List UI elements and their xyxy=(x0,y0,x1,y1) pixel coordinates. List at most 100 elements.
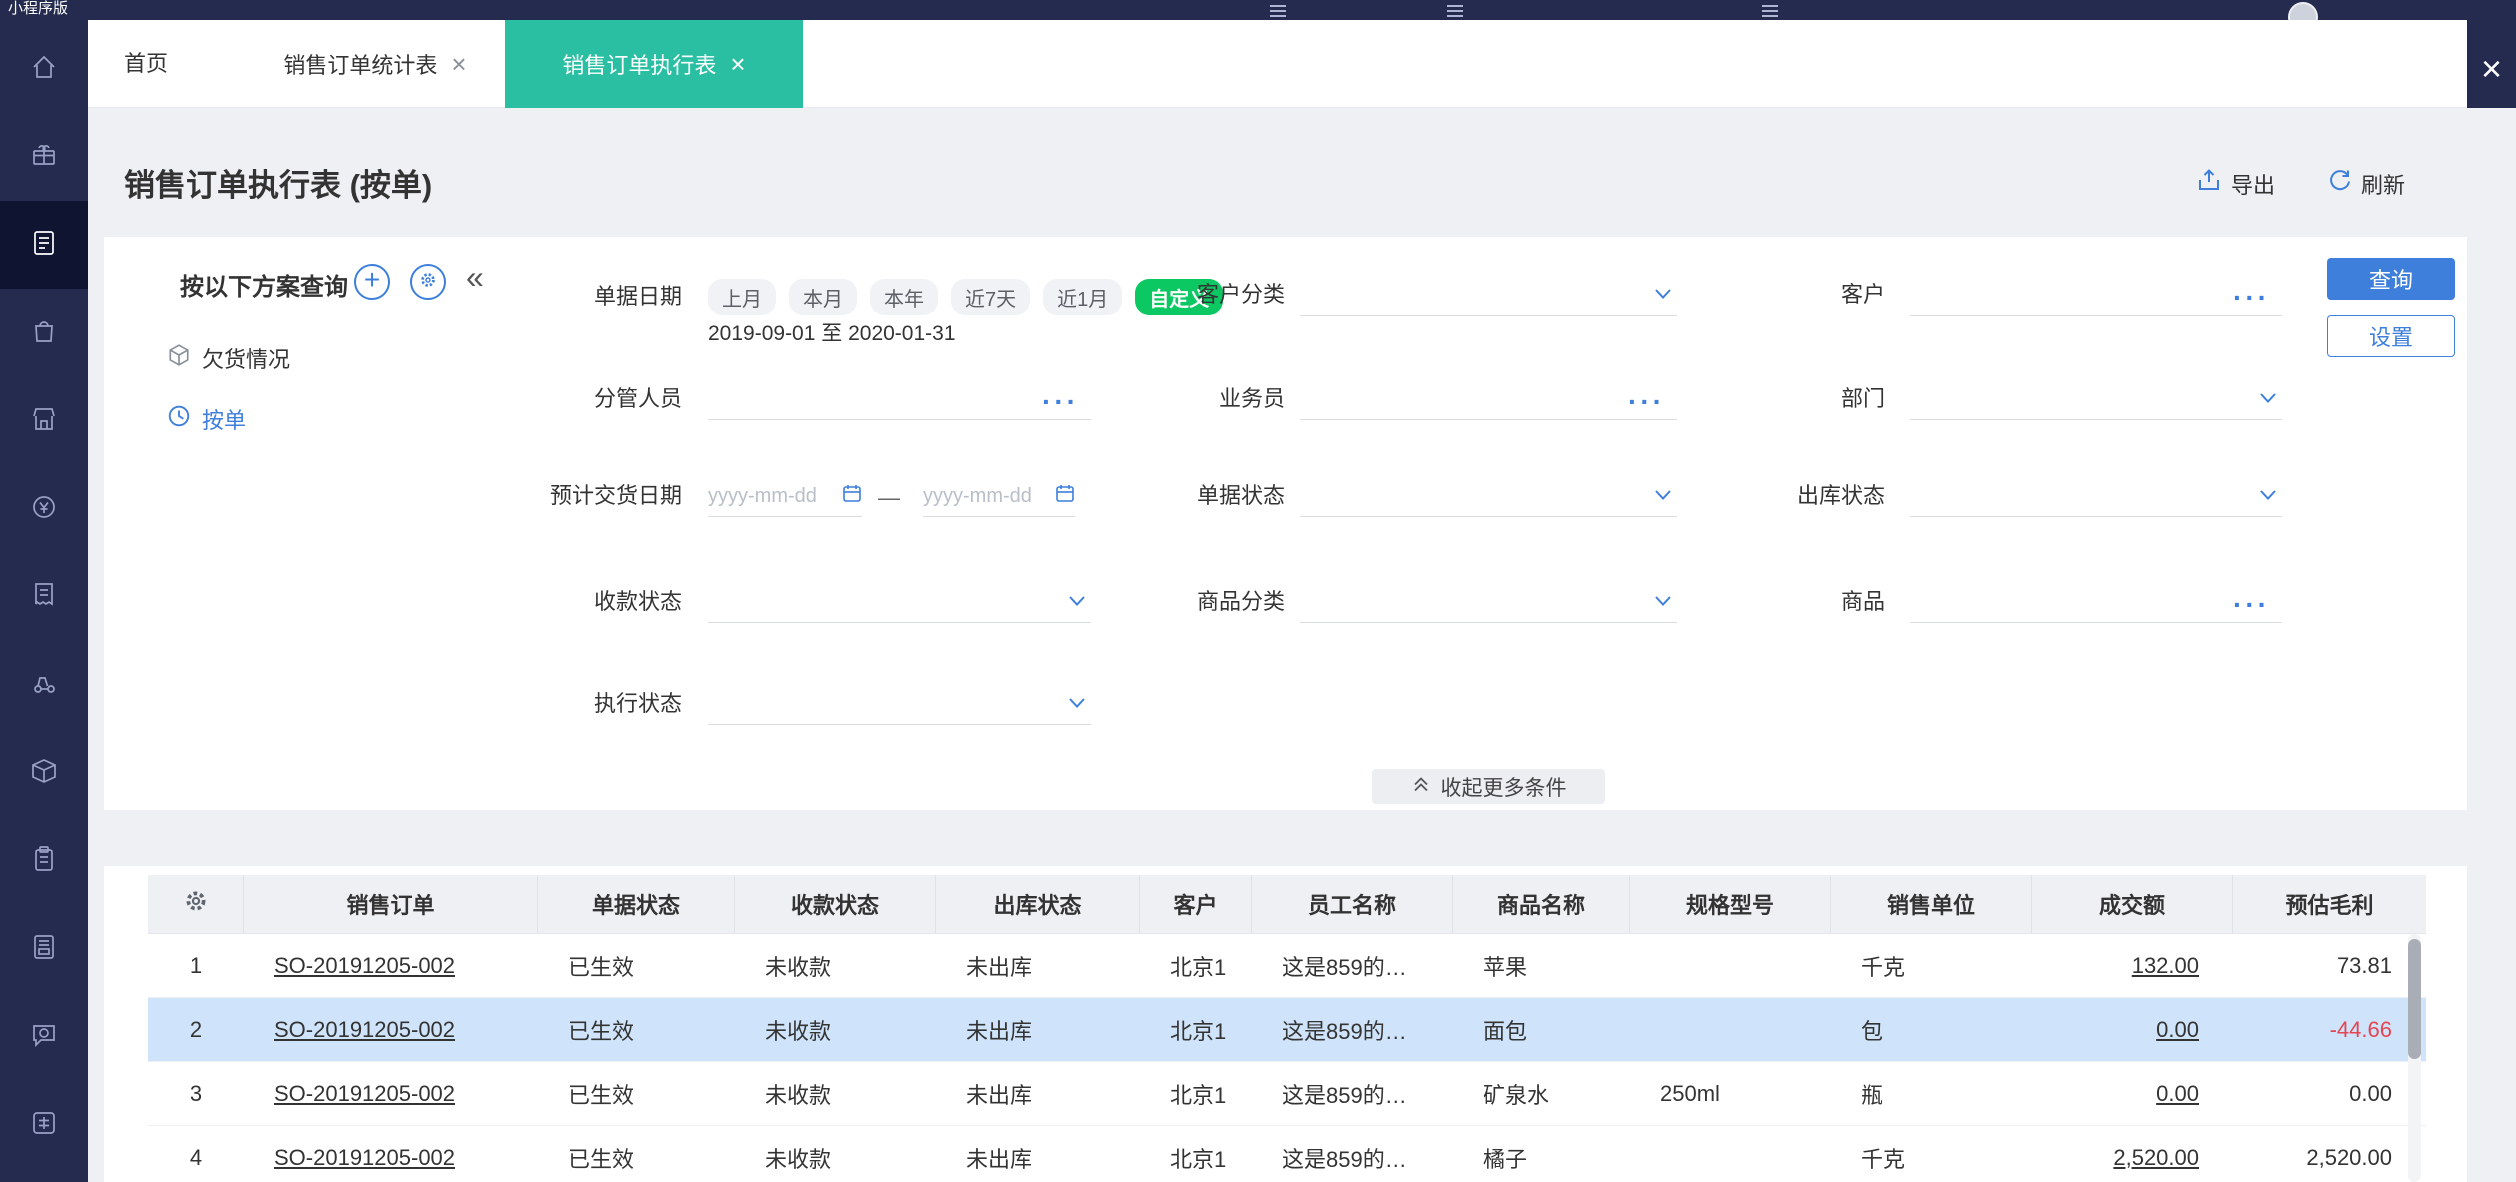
store-icon xyxy=(29,404,59,439)
menu-icon[interactable] xyxy=(1445,3,1465,20)
filter-label-department: 部门 xyxy=(1840,386,1885,411)
filter-label-delivery-date: 预计交货日期 xyxy=(549,483,682,508)
order-link[interactable]: SO-20191205-002 xyxy=(244,1126,538,1182)
salesman-picker[interactable]: ··· xyxy=(1300,374,1677,420)
results-table-panel: 销售订单 单据状态 收款状态 出库状态 客户 员工名称 商品名称 规格型号 销售单位 成交额 预估毛… xyxy=(104,866,2467,1182)
delivery-end-input[interactable] xyxy=(923,477,1047,516)
sidebar-item-package[interactable] xyxy=(0,729,88,817)
order-link-text[interactable]: SO-20191205-002 xyxy=(274,1145,455,1171)
department-select[interactable] xyxy=(1910,374,2282,420)
add-scheme-button[interactable]: + xyxy=(354,264,390,300)
customer-category-select[interactable] xyxy=(1300,270,1677,316)
order-link[interactable]: SO-20191205-002 xyxy=(244,998,538,1061)
tab-close-icon[interactable]: × xyxy=(730,51,745,77)
sidebar-item-report[interactable] xyxy=(0,905,88,993)
customer-picker[interactable]: ··· xyxy=(1910,270,2282,316)
product-name: 苹果 xyxy=(1483,954,1528,980)
row-index: 3 xyxy=(189,1080,203,1106)
table-row-1[interactable]: 1 SO-20191205-002 已生效 未收款 未出库 北京1 这是859的… 苹果 千克 1… xyxy=(148,934,2426,998)
sidebar-item-gift[interactable] xyxy=(0,113,88,201)
order-link[interactable]: SO-20191205-002 xyxy=(244,1062,538,1125)
table-settings-header[interactable] xyxy=(148,875,244,933)
close-icon[interactable]: × xyxy=(2481,51,2502,87)
package-icon xyxy=(29,756,59,791)
sidebar-item-message[interactable] xyxy=(0,993,88,1081)
quick-this-year[interactable]: 本年 xyxy=(870,279,938,315)
customer: 北京1 xyxy=(1170,1018,1227,1044)
out-status-select[interactable] xyxy=(1910,471,2282,517)
order-link-text[interactable]: SO-20191205-002 xyxy=(274,953,455,979)
date-range-separator: — xyxy=(878,485,900,510)
export-icon xyxy=(2196,168,2222,200)
sidebar-item-receipt[interactable] xyxy=(0,553,88,641)
query-button[interactable]: 查询 xyxy=(2327,258,2455,300)
quick-last-month[interactable]: 上月 xyxy=(708,279,776,315)
sale-unit: 瓶 xyxy=(1861,1082,1884,1108)
amount-link-text[interactable]: 0.00 xyxy=(2156,1017,2199,1043)
order-link-text[interactable]: SO-20191205-002 xyxy=(274,1081,455,1107)
sale-unit: 千克 xyxy=(1861,954,1906,980)
menu-icon[interactable] xyxy=(1268,3,1288,20)
pay-status-select[interactable] xyxy=(708,577,1091,623)
calendar-icon[interactable] xyxy=(842,483,862,508)
row-index: 1 xyxy=(189,952,203,978)
sale-unit: 包 xyxy=(1861,1018,1884,1044)
amount-link-text[interactable]: 2,520.00 xyxy=(2113,1145,2199,1171)
delivery-icon xyxy=(29,668,59,703)
sidebar-item-store[interactable] xyxy=(0,377,88,465)
scheme-item-by-order[interactable]: 按单 xyxy=(167,401,246,437)
product-category-select[interactable] xyxy=(1300,577,1677,623)
doc-status-select[interactable] xyxy=(1300,471,1677,517)
scrollbar-thumb[interactable] xyxy=(2408,939,2421,1059)
customer: 北京1 xyxy=(1170,1082,1227,1108)
delivery-start-input[interactable] xyxy=(708,477,834,516)
collapse-label: 收起更多条件 xyxy=(1440,776,1567,800)
avatar[interactable] xyxy=(2288,2,2318,20)
order-link[interactable]: SO-20191205-002 xyxy=(244,934,538,997)
column-header-2: 收款状态 xyxy=(735,875,936,933)
tab-home[interactable]: 首页 xyxy=(124,20,168,108)
doc-status: 已生效 xyxy=(568,1146,635,1172)
refresh-icon xyxy=(2326,168,2352,200)
menu-icon[interactable] xyxy=(1760,3,1780,20)
sidebar-item-delivery[interactable] xyxy=(0,641,88,729)
pay-status: 未收款 xyxy=(765,1146,832,1172)
filter-panel: 按以下方案查询 + « 欠货情况 按单 单据日期 上月 本月 本年 近7天 近1… xyxy=(104,237,2467,810)
customer: 北京1 xyxy=(1170,1146,1227,1172)
amount-link[interactable]: 0.00 xyxy=(2032,998,2233,1061)
export-button[interactable]: 导出 xyxy=(2196,168,2275,200)
cube-icon xyxy=(167,343,191,373)
tab-sales-order-exec[interactable]: 销售订单执行表 × xyxy=(505,20,803,108)
quick-last-7-days[interactable]: 近7天 xyxy=(951,279,1031,315)
manager-picker[interactable]: ··· xyxy=(708,374,1091,420)
tab-close-icon[interactable]: × xyxy=(451,51,466,77)
collapse-more-conditions-button[interactable]: 收起更多条件 xyxy=(1372,769,1605,804)
sidebar-item-coin[interactable] xyxy=(0,465,88,553)
amount-link[interactable]: 0.00 xyxy=(2032,1062,2233,1125)
sidebar-item-invoice[interactable] xyxy=(0,201,88,289)
column-header-9: 成交额 xyxy=(2032,875,2233,933)
sidebar-item-home[interactable] xyxy=(0,25,88,113)
row-index: 2 xyxy=(189,1016,203,1042)
sidebar-item-clipboard[interactable] xyxy=(0,817,88,905)
refresh-button[interactable]: 刷新 xyxy=(2326,168,2405,200)
product-picker[interactable]: ··· xyxy=(1910,577,2282,623)
amount-link-text[interactable]: 0.00 xyxy=(2156,1081,2199,1107)
table-row-4[interactable]: 4 SO-20191205-002 已生效 未收款 未出库 北京1 这是859的… 橘子 千克 2… xyxy=(148,1126,2426,1182)
quick-this-month[interactable]: 本月 xyxy=(789,279,857,315)
amount-link-text[interactable]: 132.00 xyxy=(2132,953,2199,979)
scheme-item-owed-goods[interactable]: 欠货情况 xyxy=(167,340,290,376)
settings-button[interactable]: 设置 xyxy=(2327,315,2455,357)
tab-sales-order-stats[interactable]: 销售订单统计表 × xyxy=(257,20,493,108)
sidebar-item-badge[interactable] xyxy=(0,1081,88,1169)
amount-link[interactable]: 132.00 xyxy=(2032,934,2233,997)
table-row-3[interactable]: 3 SO-20191205-002 已生效 未收款 未出库 北京1 这是859的… 矿泉水 25… xyxy=(148,1062,2426,1126)
exec-status-select[interactable] xyxy=(708,679,1091,725)
amount-link[interactable]: 2,520.00 xyxy=(2032,1126,2233,1182)
order-link-text[interactable]: SO-20191205-002 xyxy=(274,1017,455,1043)
filter-label-customer-category: 客户分类 xyxy=(1196,282,1285,307)
sidebar-item-bag[interactable] xyxy=(0,289,88,377)
delivery-date-start[interactable] xyxy=(708,477,862,517)
table-row-2[interactable]: 2 SO-20191205-002 已生效 未收款 未出库 北京1 这是859的… 面包 包 0.… xyxy=(148,998,2426,1062)
double-chevron-up-icon xyxy=(1411,774,1431,800)
